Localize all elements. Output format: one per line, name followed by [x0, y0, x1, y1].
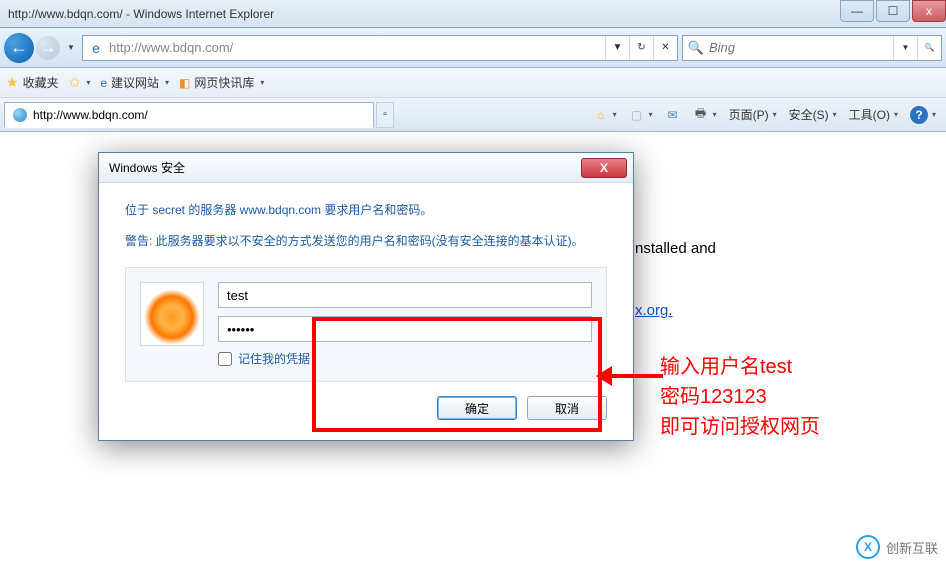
remember-checkbox[interactable] [218, 352, 232, 366]
tab-active[interactable]: http://www.bdqn.com/ [4, 102, 374, 128]
annotation-arrow-line [603, 374, 663, 378]
dialog-title: Windows 安全 [109, 159, 185, 176]
home-icon: ⌂ [593, 107, 609, 123]
page-text-fragment: nstalled and [635, 240, 716, 257]
print-button[interactable]: 🖶▾ [687, 107, 723, 123]
favorites-label: 收藏夹 [23, 74, 59, 91]
page-menu[interactable]: 页面(P) ▾ [723, 106, 783, 123]
chevron-down-icon: ▾ [649, 110, 653, 119]
minimize-button[interactable]: — [840, 0, 874, 22]
user-image-icon [140, 282, 204, 346]
window-titlebar: http://www.bdqn.com/ - Windows Internet … [0, 0, 946, 28]
favorites-button[interactable]: ★ 收藏夹 [6, 74, 59, 91]
window-controls: — ☐ x [838, 0, 946, 27]
credentials-box: 记住我的凭据 [125, 267, 607, 382]
search-go-button[interactable]: 🔍 [917, 36, 941, 60]
address-bar: e ▼ ↻ ✕ [82, 35, 678, 61]
suggested-label: 建议网站 [111, 74, 159, 91]
star-icon: ✩ [69, 74, 81, 91]
chevron-down-icon: ▾ [86, 78, 90, 87]
annotation-text: 输入用户名test 密码123123 即可访问授权网页 [660, 352, 820, 442]
remember-text: 记住我的凭据 [238, 350, 310, 367]
nav-back-group: ← → [4, 31, 60, 65]
forward-button[interactable]: → [36, 36, 60, 60]
watermark: X 创新互联 [856, 535, 938, 559]
page-link-fragment[interactable]: x.org. [635, 302, 673, 319]
tab-icon [13, 108, 27, 122]
mail-icon: ✉ [665, 107, 681, 123]
watermark-icon: X [856, 535, 880, 559]
safety-menu[interactable]: 安全(S) ▾ [783, 106, 843, 123]
annotation-line-1: 输入用户名test [660, 352, 820, 382]
tab-bar: http://www.bdqn.com/ ▫ ⌂▾ ▢▾ ✉ 🖶▾ 页面(P)▾… [0, 98, 946, 132]
suggested-sites-link[interactable]: e 建议网站 ▾ [100, 74, 169, 91]
annotation-line-2: 密码123123 [660, 382, 820, 412]
username-input[interactable] [218, 282, 592, 308]
chevron-down-icon: ▾ [165, 78, 169, 87]
cancel-button[interactable]: 取消 [527, 396, 607, 420]
back-button[interactable]: ← [4, 33, 34, 63]
auth-dialog: Windows 安全 X 位于 secret 的服务器 www.bdqn.com… [98, 152, 634, 441]
window-title: http://www.bdqn.com/ - Windows Internet … [8, 7, 274, 21]
feed-icon: ▢ [629, 107, 645, 123]
globe-icon: e [100, 76, 107, 90]
annotation-arrow-head [596, 366, 612, 386]
password-input[interactable] [218, 316, 592, 342]
chevron-down-icon: ▾ [260, 78, 264, 87]
search-input[interactable] [709, 40, 893, 55]
address-dropdown[interactable]: ▼ [605, 36, 629, 60]
read-mail-button[interactable]: ✉ [659, 107, 687, 123]
chevron-down-icon: ▾ [713, 110, 717, 119]
tools-menu[interactable]: 工具(O) ▾ [843, 106, 904, 123]
home-button[interactable]: ⌂▾ [587, 107, 623, 123]
watermark-text: 创新互联 [886, 538, 938, 557]
chevron-down-icon: ▾ [932, 110, 936, 119]
add-favorites-button[interactable]: ✩ ▾ [69, 74, 91, 91]
help-icon: ? [910, 106, 928, 124]
ok-button[interactable]: 确定 [437, 396, 517, 420]
credential-fields: 记住我的凭据 [218, 282, 592, 367]
maximize-button[interactable]: ☐ [876, 0, 910, 22]
annotation-line-3: 即可访问授权网页 [660, 412, 820, 442]
tools-menu-label: 工具(O) [849, 106, 890, 123]
navigation-bar: ← → ▼ e ▼ ↻ ✕ 🔍 ▼ 🔍 [0, 28, 946, 68]
dialog-message-1: 位于 secret 的服务器 www.bdqn.com 要求用户名和密码。 [125, 201, 607, 218]
page-menu-label: 页面(P) [729, 106, 769, 123]
refresh-button[interactable]: ↻ [629, 36, 653, 60]
dialog-titlebar: Windows 安全 X [99, 153, 633, 183]
help-button[interactable]: ?▾ [904, 106, 942, 124]
tab-title: http://www.bdqn.com/ [33, 108, 148, 122]
print-icon: 🖶 [693, 107, 709, 123]
search-icon: 🔍 [683, 40, 709, 56]
nav-history-dropdown[interactable]: ▼ [64, 33, 78, 63]
page-content: welcome to nginx! nstalled and x.org. Wi… [0, 132, 946, 565]
dialog-body: 位于 secret 的服务器 www.bdqn.com 要求用户名和密码。 警告… [99, 183, 633, 440]
link-dot: . [668, 302, 672, 319]
remember-checkbox-label[interactable]: 记住我的凭据 [218, 350, 592, 367]
new-tab-button[interactable]: ▫ [376, 102, 394, 128]
dialog-buttons: 确定 取消 [125, 396, 607, 424]
star-icon: ★ [6, 74, 19, 91]
favorites-bar: ★ 收藏夹 ✩ ▾ e 建议网站 ▾ ◧ 网页快讯库 ▾ [0, 68, 946, 98]
search-bar: 🔍 ▼ 🔍 [682, 35, 942, 61]
dialog-close-button[interactable]: X [581, 158, 627, 178]
stop-button[interactable]: ✕ [653, 36, 677, 60]
web-slice-link[interactable]: ◧ 网页快讯库 ▾ [179, 74, 264, 91]
search-dropdown-button[interactable]: ▼ [893, 36, 917, 60]
safety-menu-label: 安全(S) [789, 106, 829, 123]
chevron-down-icon: ▾ [773, 110, 777, 119]
dialog-warning: 警告: 此服务器要求以不安全的方式发送您的用户名和密码(没有安全连接的基本认证)… [125, 232, 607, 251]
feeds-button[interactable]: ▢▾ [623, 107, 659, 123]
site-icon: e [83, 40, 109, 56]
quick-label: 网页快讯库 [194, 74, 254, 91]
close-button[interactable]: x [912, 0, 946, 22]
url-input[interactable] [109, 40, 605, 55]
chevron-down-icon: ▾ [833, 110, 837, 119]
chevron-down-icon: ▾ [894, 110, 898, 119]
feed-icon: ◧ [179, 76, 190, 90]
link-text: x.org [635, 302, 668, 319]
chevron-down-icon: ▾ [613, 110, 617, 119]
